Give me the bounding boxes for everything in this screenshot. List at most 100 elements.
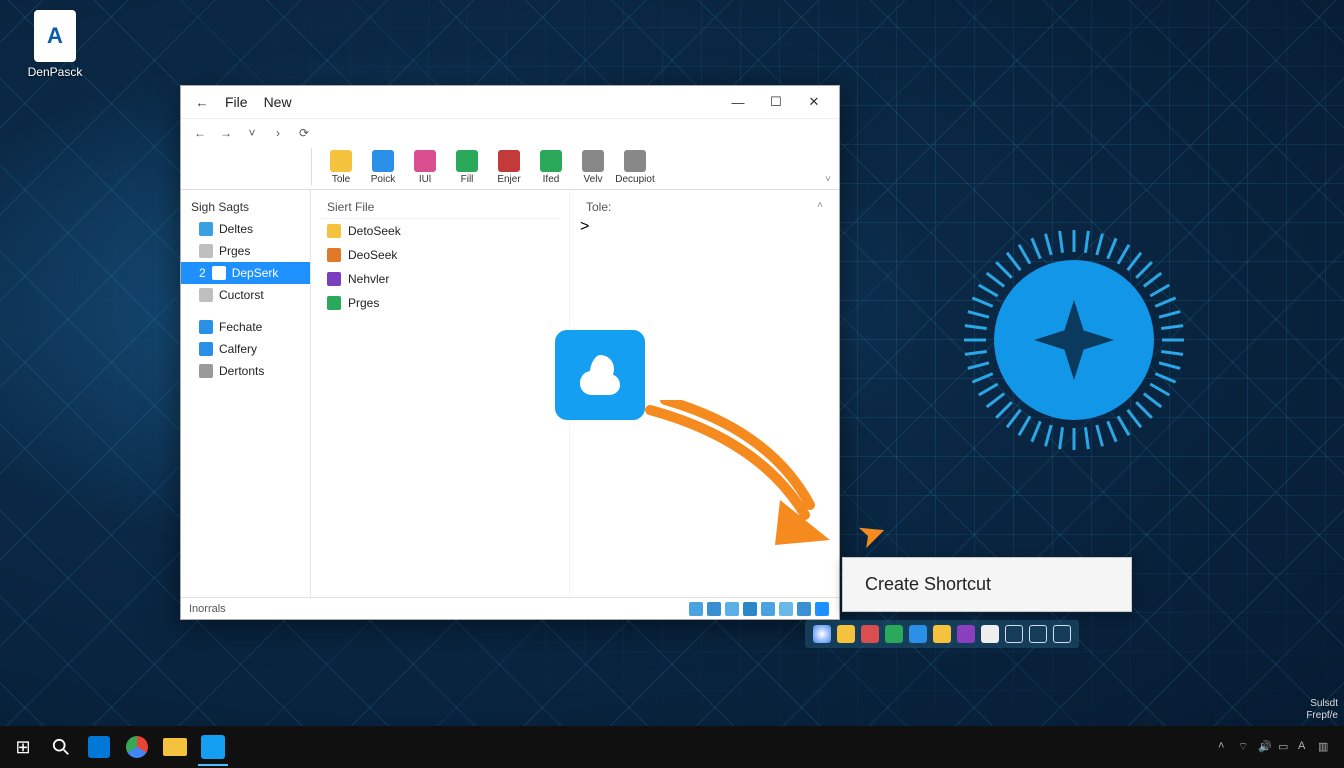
file-item[interactable]: DeoSeek [321, 243, 559, 267]
taskbar: ⊞ ˄ ⌔ 🔊 ▭ A ▥ [0, 726, 1344, 768]
maximize-button[interactable]: ☐ [757, 87, 795, 117]
tray-lang-icon[interactable]: A [1298, 740, 1312, 754]
status-label: Inorrals [189, 603, 226, 615]
sidebar-item[interactable]: Calfery [181, 338, 310, 360]
file-item-label: DeoSeek [348, 248, 397, 262]
status-icon[interactable] [689, 602, 703, 616]
ribbon-label: IUl [419, 174, 431, 185]
ribbon-label: Fill [461, 174, 474, 185]
doc-icon[interactable] [1029, 625, 1047, 643]
system-tray: ˄ ⌔ 🔊 ▭ A ▥ [1218, 740, 1340, 754]
ribbon-collapse-icon[interactable]: ˅ [825, 174, 831, 185]
context-menu-create-shortcut[interactable]: Create Shortcut [842, 557, 1132, 612]
sidebar-item-label: Deltes [219, 222, 253, 236]
chrome-icon[interactable] [813, 625, 831, 643]
chevron-up-icon[interactable]: ˄ [817, 200, 823, 214]
status-icon[interactable] [797, 602, 811, 616]
ribbon-icon [540, 150, 562, 172]
back-button[interactable]: ← [193, 93, 211, 111]
app-icon[interactable] [957, 625, 975, 643]
share-icon[interactable] [1005, 625, 1023, 643]
status-icon[interactable] [707, 602, 721, 616]
folder-icon[interactable] [837, 625, 855, 643]
file-item-label: Nehvler [348, 272, 389, 286]
store-icon[interactable] [80, 728, 118, 766]
ribbon-button[interactable]: Poick [363, 148, 403, 185]
file-icon [327, 224, 341, 238]
sidebar-item[interactable]: Dertonts [181, 360, 310, 382]
status-icon[interactable] [779, 602, 793, 616]
sidebar-item[interactable]: Prges [181, 240, 310, 262]
sidebar-item[interactable]: 2DepSerk [181, 262, 310, 284]
ribbon-button[interactable]: Ifed [531, 148, 571, 185]
folder-icon [199, 342, 213, 356]
nav-back-icon[interactable]: ← [190, 123, 210, 143]
ribbon-icon [582, 150, 604, 172]
folder-icon [199, 320, 213, 334]
ribbon-icon [624, 150, 646, 172]
sidebar-item[interactable]: Cuctorst [181, 284, 310, 306]
nav-forward-icon[interactable]: → [216, 123, 236, 143]
ribbon-button[interactable]: Fill [447, 148, 487, 185]
detail-item[interactable]: > [580, 218, 829, 236]
active-app-icon[interactable] [194, 728, 232, 766]
nav-row: ← → ˅ › ⟳ [181, 118, 839, 146]
folder-icon [199, 364, 213, 378]
file-item-label: Prges [348, 296, 379, 310]
file-column-header: Siert File [321, 196, 559, 219]
status-icon[interactable] [743, 602, 757, 616]
folder-icon [199, 222, 213, 236]
status-bar: Inorrals [181, 597, 839, 619]
search-button[interactable] [42, 728, 80, 766]
menu-file[interactable]: File [225, 94, 248, 110]
app-icon[interactable] [885, 625, 903, 643]
ribbon-button[interactable]: Tole [321, 148, 361, 185]
dragged-app-icon[interactable] [555, 330, 645, 420]
tray-volume-icon[interactable]: 🔊 [1258, 740, 1272, 754]
nav-up-icon[interactable]: › [268, 123, 288, 143]
app-icon[interactable] [981, 625, 999, 643]
sidebar-item[interactable]: Fechate [181, 316, 310, 338]
file-item[interactable]: DetoSeek [321, 219, 559, 243]
file-item-label: DetoSeek [348, 224, 401, 238]
tray-chevron-icon[interactable]: ˄ [1218, 740, 1232, 754]
file-list-column: Siert File DetoSeek DeoSeek Nehvler Prges [311, 190, 569, 597]
sidebar-item-label: Dertonts [219, 364, 264, 378]
ribbon-button[interactable]: Velv [573, 148, 613, 185]
app-icon[interactable] [861, 625, 879, 643]
desktop-emblem [964, 230, 1184, 450]
status-icon[interactable] [815, 602, 829, 616]
file-item[interactable]: Prges [321, 291, 559, 315]
ribbon-button[interactable]: IUl [405, 148, 445, 185]
detail-column-header: Tole: [586, 200, 611, 214]
folder-icon [199, 244, 213, 258]
ribbon-button[interactable]: Enjer [489, 148, 529, 185]
link-icon[interactable] [1053, 625, 1071, 643]
watermark: Sulsdt Frepf/e [1306, 698, 1338, 722]
file-item[interactable]: Nehvler [321, 267, 559, 291]
start-button[interactable]: ⊞ [4, 728, 42, 766]
explorer-icon[interactable] [156, 728, 194, 766]
status-icon[interactable] [761, 602, 775, 616]
menu-new[interactable]: New [264, 94, 292, 110]
nav-refresh-icon[interactable]: ⟳ [294, 123, 314, 143]
tray-network-icon[interactable]: ⌔ [1238, 740, 1252, 754]
nav-recent-icon[interactable]: ˅ [242, 123, 262, 143]
tray-notif-icon[interactable]: ▥ [1318, 740, 1332, 754]
ribbon-button[interactable]: Decupiot [615, 148, 655, 185]
app-icon[interactable] [909, 625, 927, 643]
file-explorer-window: ← File New — ☐ ✕ ← → ˅ › ⟳ Tole Poick IUl F… [180, 85, 840, 620]
status-icon[interactable] [725, 602, 739, 616]
ribbon-label: Tole [332, 174, 350, 185]
folder-icon [212, 266, 226, 280]
ribbon-icon [330, 150, 352, 172]
ribbon-icon [456, 150, 478, 172]
sidebar-item[interactable]: Deltes [181, 218, 310, 240]
chrome-icon[interactable] [118, 728, 156, 766]
tray-battery-icon[interactable]: ▭ [1278, 740, 1292, 754]
desktop-shortcut[interactable]: A DenPasck [15, 10, 95, 79]
close-button[interactable]: ✕ [795, 87, 833, 117]
titlebar[interactable]: ← File New — ☐ ✕ [181, 86, 839, 118]
minimize-button[interactable]: — [719, 87, 757, 117]
folder-icon[interactable] [933, 625, 951, 643]
